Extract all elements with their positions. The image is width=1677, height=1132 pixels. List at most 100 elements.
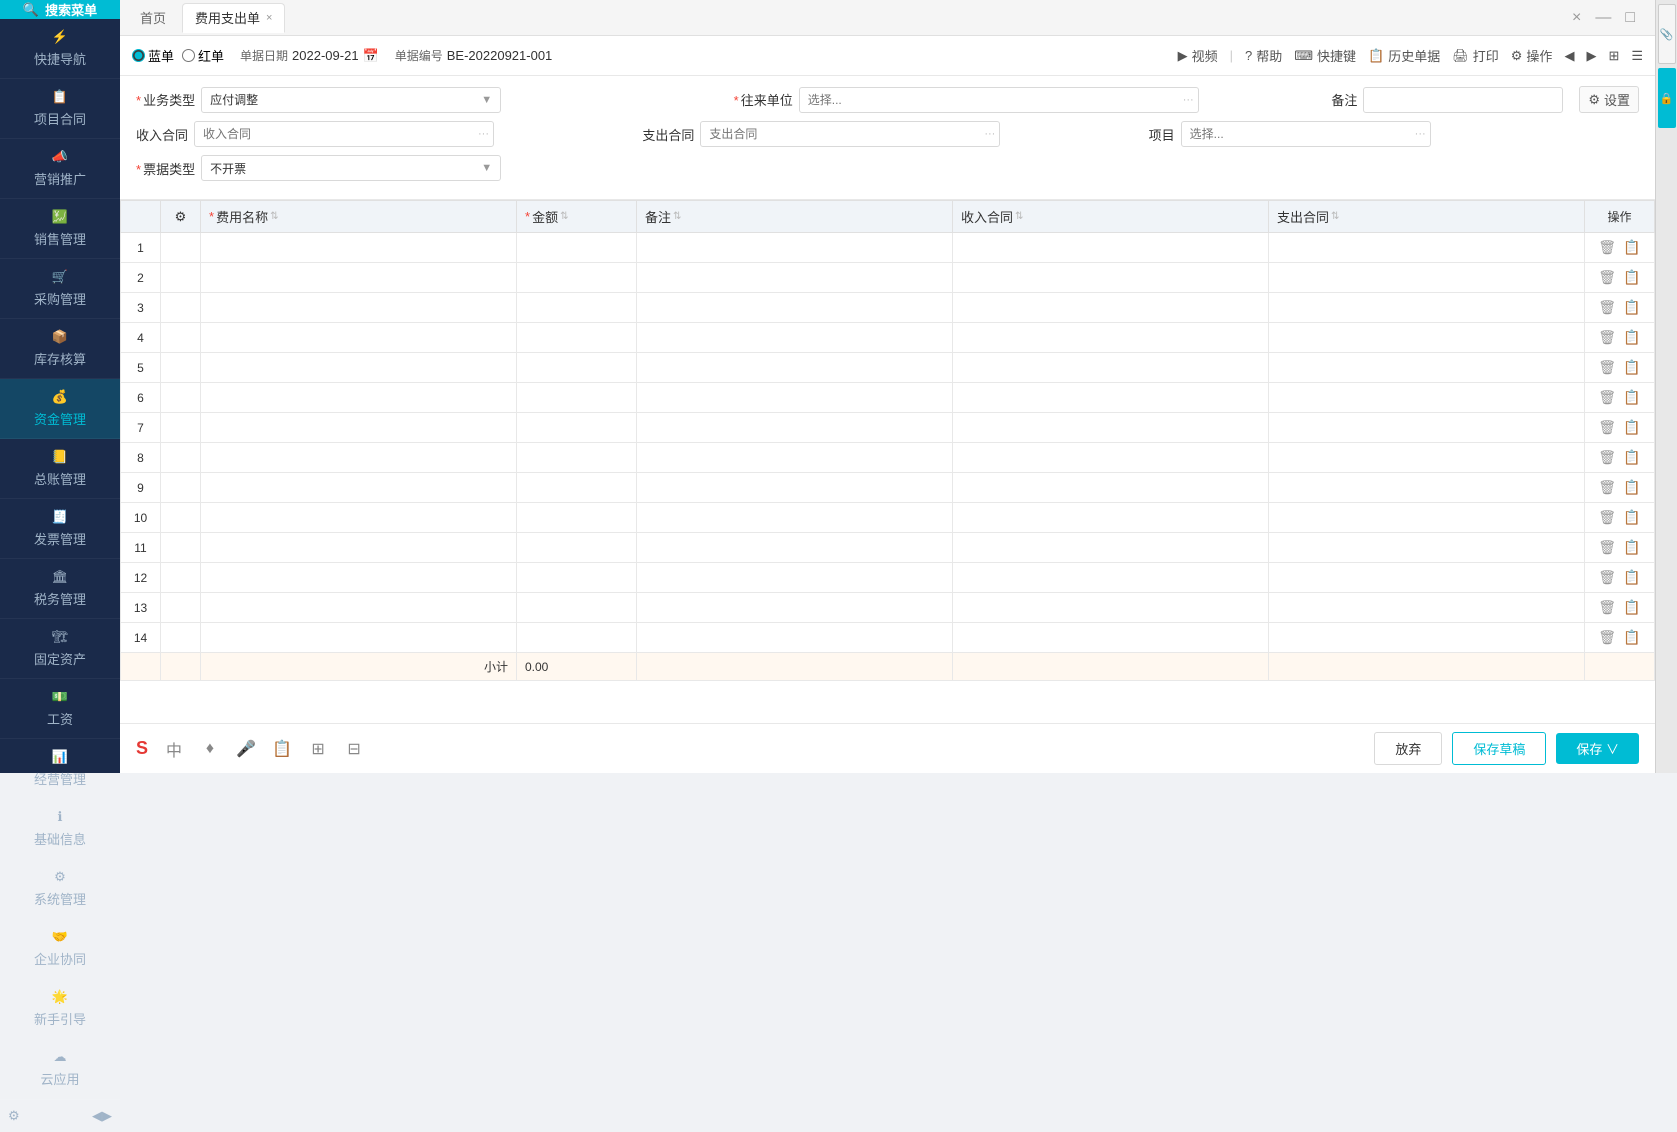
row-remark-cell[interactable] <box>637 233 953 263</box>
row-income-contract-cell[interactable] <box>953 623 1269 653</box>
sort-remark-icon[interactable]: ⇅ <box>673 211 681 222</box>
row-expense-contract-cell[interactable] <box>1269 563 1585 593</box>
income-contract-cell-input[interactable] <box>961 421 1260 435</box>
sidebar-item-tax[interactable]: 🏛 税务管理 <box>0 559 120 619</box>
sort-amount-icon[interactable]: ⇅ <box>560 211 568 222</box>
income-contract-cell-input[interactable] <box>961 481 1260 495</box>
row-amount-cell[interactable] <box>517 473 637 503</box>
radio-red-label[interactable]: 红单 <box>182 46 224 65</box>
expense-contract-cell-input[interactable] <box>1277 271 1576 285</box>
expense-contract-cell-input[interactable] <box>1277 541 1576 555</box>
expense-name-input[interactable] <box>209 541 508 555</box>
income-contract-input[interactable]: ··· <box>194 121 494 147</box>
sort-income-contract-icon[interactable]: ⇅ <box>1015 211 1023 222</box>
row-amount-cell[interactable] <box>517 323 637 353</box>
row-expense-contract-cell[interactable] <box>1269 443 1585 473</box>
row-amount-cell[interactable] <box>517 533 637 563</box>
row-remark-cell[interactable] <box>637 413 953 443</box>
row-expense-name-cell[interactable] <box>201 293 517 323</box>
amount-input[interactable] <box>525 301 628 315</box>
sidebar-item-sales[interactable]: 💹 销售管理 <box>0 199 120 259</box>
footer-minus-icon[interactable]: ⊟ <box>340 735 368 763</box>
project-input-field[interactable] <box>1186 127 1415 141</box>
remark-input-cell[interactable] <box>645 451 944 465</box>
amount-input[interactable] <box>525 391 628 405</box>
amount-input[interactable] <box>525 631 628 645</box>
delete-row-button[interactable]: 🗑 <box>1596 537 1618 558</box>
row-expense-name-cell[interactable] <box>201 443 517 473</box>
copy-row-button[interactable]: 📋 <box>1621 447 1642 468</box>
copy-row-button[interactable]: 📋 <box>1621 507 1642 528</box>
delete-row-button[interactable]: 🗑 <box>1596 417 1618 438</box>
th-amount[interactable]: 金额 ⇅ <box>517 201 637 233</box>
row-expense-name-cell[interactable] <box>201 503 517 533</box>
copy-row-button[interactable]: 📋 <box>1621 567 1642 588</box>
footer-mic-icon[interactable]: 🎤 <box>232 735 260 763</box>
discard-button[interactable]: 放弃 <box>1374 732 1442 765</box>
expense-contract-cell-input[interactable] <box>1277 601 1576 615</box>
right-panel-lock-btn[interactable]: 🔒 <box>1658 68 1676 128</box>
expense-contract-cell-input[interactable] <box>1277 511 1576 525</box>
expense-name-input[interactable] <box>209 331 508 345</box>
remark-input[interactable] <box>1363 87 1563 113</box>
row-expense-name-cell[interactable] <box>201 623 517 653</box>
project-dots-icon[interactable]: ··· <box>1415 128 1426 140</box>
footer-copy-icon[interactable]: 📋 <box>268 735 296 763</box>
row-expense-contract-cell[interactable] <box>1269 293 1585 323</box>
remark-input-cell[interactable] <box>645 481 944 495</box>
row-remark-cell[interactable] <box>637 383 953 413</box>
copy-row-button[interactable]: 📋 <box>1621 417 1642 438</box>
row-remark-cell[interactable] <box>637 353 953 383</box>
income-contract-cell-input[interactable] <box>961 601 1260 615</box>
row-expense-contract-cell[interactable] <box>1269 503 1585 533</box>
radio-blue[interactable] <box>132 49 145 62</box>
sidebar-item-cloud[interactable]: ☁ 云应用 <box>0 1039 120 1099</box>
row-remark-cell[interactable] <box>637 323 953 353</box>
income-contract-cell-input[interactable] <box>961 331 1260 345</box>
radio-blue-label[interactable]: 蓝单 <box>132 46 174 65</box>
row-amount-cell[interactable] <box>517 263 637 293</box>
row-expense-name-cell[interactable] <box>201 563 517 593</box>
row-expense-name-cell[interactable] <box>201 263 517 293</box>
row-expense-contract-cell[interactable] <box>1269 473 1585 503</box>
copy-row-button[interactable]: 📋 <box>1621 297 1642 318</box>
settings-bottom-icon[interactable]: ⚙ <box>8 1108 20 1124</box>
expense-name-input[interactable] <box>209 601 508 615</box>
amount-input[interactable] <box>525 241 628 255</box>
sidebar-header[interactable]: 🔍 搜索菜单 <box>0 0 120 19</box>
row-remark-cell[interactable] <box>637 563 953 593</box>
income-contract-cell-input[interactable] <box>961 451 1260 465</box>
sidebar-item-fixed-assets[interactable]: 🏗 固定资产 <box>0 619 120 679</box>
income-contract-cell-input[interactable] <box>961 301 1260 315</box>
delete-row-button[interactable]: 🗑 <box>1596 357 1618 378</box>
expense-name-input[interactable] <box>209 571 508 585</box>
row-expense-contract-cell[interactable] <box>1269 323 1585 353</box>
row-remark-cell[interactable] <box>637 293 953 323</box>
sidebar-item-ops[interactable]: 📊 经营管理 <box>0 739 120 799</box>
remark-input-cell[interactable] <box>645 241 944 255</box>
row-expense-name-cell[interactable] <box>201 353 517 383</box>
row-income-contract-cell[interactable] <box>953 593 1269 623</box>
sidebar-item-sys[interactable]: ⚙ 系统管理 <box>0 859 120 919</box>
delete-row-button[interactable]: 🗑 <box>1596 447 1618 468</box>
toolbar-operations-btn[interactable]: ⚙ 操作 <box>1511 46 1553 65</box>
income-contract-dots-icon[interactable]: ··· <box>478 128 489 140</box>
amount-input[interactable] <box>525 601 628 615</box>
expense-name-input[interactable] <box>209 361 508 375</box>
amount-input[interactable] <box>525 451 628 465</box>
amount-input[interactable] <box>525 331 628 345</box>
row-expense-contract-cell[interactable] <box>1269 623 1585 653</box>
row-expense-name-cell[interactable] <box>201 383 517 413</box>
toolbar-history-btn[interactable]: 📋 历史单据 <box>1368 46 1440 65</box>
business-type-select[interactable]: 应付调整 ▼ <box>201 87 501 113</box>
tab-home[interactable]: 首页 <box>128 3 178 33</box>
expense-name-input[interactable] <box>209 451 508 465</box>
partner-input-field[interactable] <box>804 93 1183 107</box>
window-max-button[interactable]: □ <box>1621 7 1639 29</box>
row-expense-contract-cell[interactable] <box>1269 353 1585 383</box>
delete-row-button[interactable]: 🗑 <box>1596 267 1618 288</box>
sidebar-item-wages[interactable]: 💵 工资 <box>0 679 120 739</box>
copy-row-button[interactable]: 📋 <box>1621 327 1642 348</box>
copy-row-button[interactable]: 📋 <box>1621 537 1642 558</box>
delete-row-button[interactable]: 🗑 <box>1596 327 1618 348</box>
